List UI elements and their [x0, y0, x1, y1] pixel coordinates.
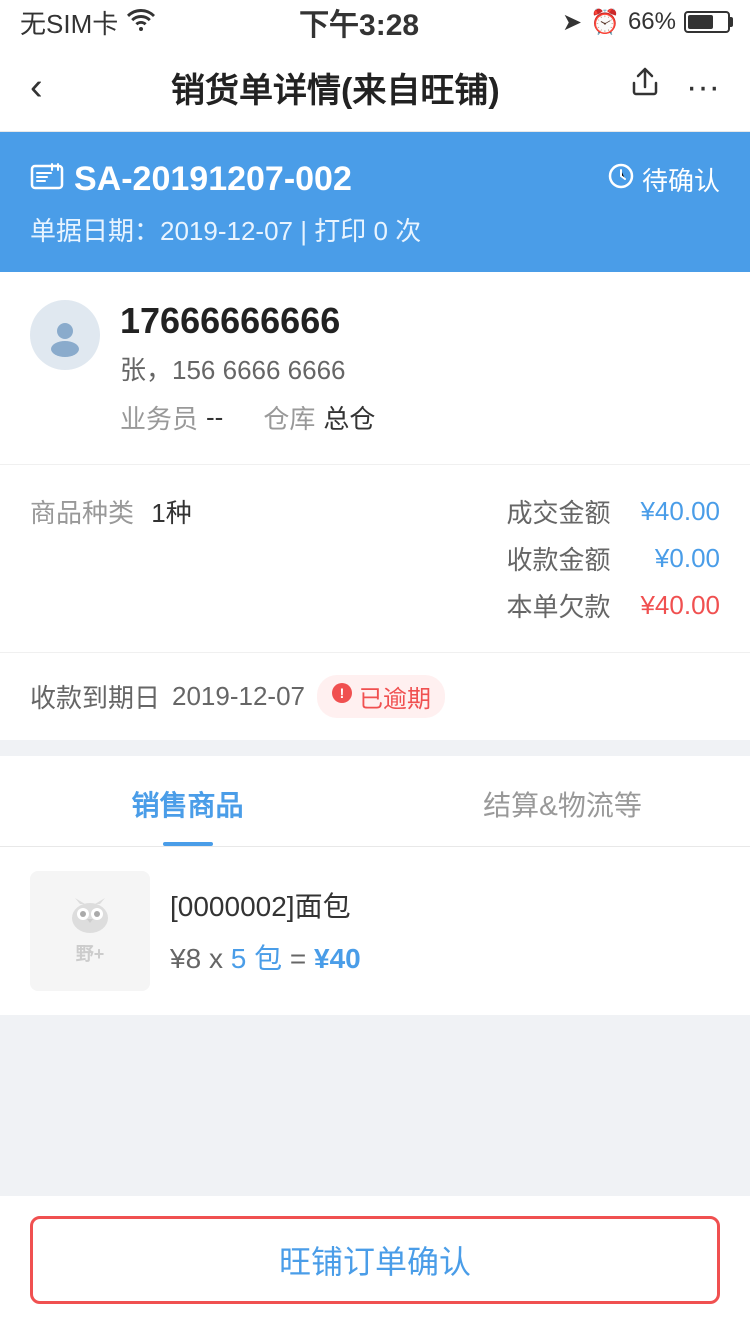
unit-price: ¥8 [170, 943, 201, 974]
alarm-icon: ⏰ [590, 8, 620, 37]
received-label: 收款金额 [506, 540, 610, 577]
order-date: 单据日期：2019-12-07 | 打印 0 次 [30, 211, 720, 248]
warehouse-item: 仓库 总仓 [263, 399, 375, 436]
arrears-label: 本单欠款 [506, 587, 610, 624]
warehouse-value: 总仓 [323, 399, 375, 436]
summary-section: 商品种类 1种 成交金额 ¥40.00 收款金额 ¥0.00 本单欠款 ¥40.… [30, 493, 720, 624]
nav-actions: ··· [628, 66, 720, 109]
location-icon: ➤ [562, 8, 582, 37]
status-time: 下午3:28 [299, 0, 419, 44]
amount-value: ¥40.00 [640, 496, 720, 527]
order-icon [30, 160, 64, 199]
confirm-order-button[interactable]: 旺铺订单确认 [30, 1216, 720, 1304]
product-name: [0000002]面包 [170, 885, 720, 925]
product-type-value: 1种 [151, 498, 191, 528]
overdue-badge: ! 已逾期 [317, 675, 445, 718]
customer-phone: 17666666666 [120, 300, 720, 342]
clock-icon [608, 163, 634, 196]
salesperson-label: 业务员 [120, 399, 198, 436]
header-top: SA-20191207-002 待确认 [30, 160, 720, 199]
amount-row: 成交金额 ¥40.00 [506, 493, 720, 530]
overdue-icon: ! [331, 682, 353, 711]
received-value: ¥0.00 [655, 543, 720, 574]
order-number: SA-20191207-002 [30, 160, 352, 199]
order-status: 待确认 [608, 161, 720, 198]
product-thumbnail: 野+ [30, 871, 150, 991]
customer-card: 17666666666 张，156 6666 6666 业务员 -- 仓库 总仓 [0, 272, 750, 465]
tabs-bar: 销售商品 结算&物流等 [0, 756, 750, 847]
tab-sales-products[interactable]: 销售商品 [0, 756, 375, 846]
more-icon[interactable]: ··· [686, 68, 720, 107]
carrier-text: 无SIM卡 [20, 4, 118, 41]
product-item: 野+ [0000002]面包 ¥8 x 5 包 = ¥40 [0, 847, 750, 1015]
arrears-row: 本单欠款 ¥40.00 [506, 587, 720, 624]
salesperson-value: -- [206, 402, 223, 433]
amount-label: 成交金额 [506, 493, 610, 530]
due-date-label: 收款到期日 [30, 678, 160, 715]
product-type: 商品种类 1种 [30, 493, 192, 530]
page-title: 销货单详情(来自旺铺) [171, 63, 500, 112]
due-date-value: 2019-12-07 [172, 681, 305, 712]
due-date-card: 收款到期日 2019-12-07 ! 已逾期 [0, 653, 750, 740]
customer-section: 17666666666 张，156 6666 6666 业务员 -- 仓库 总仓 [30, 300, 720, 436]
battery-icon [684, 11, 730, 33]
due-date-row: 收款到期日 2019-12-07 ! 已逾期 [30, 675, 720, 718]
warehouse-label: 仓库 [263, 399, 315, 436]
brand-label: 野+ [76, 940, 105, 966]
customer-info: 17666666666 张，156 6666 6666 业务员 -- 仓库 总仓 [120, 300, 720, 436]
customer-name: 张，156 6666 6666 [120, 350, 720, 387]
summary-card: 商品种类 1种 成交金额 ¥40.00 收款金额 ¥0.00 本单欠款 ¥40.… [0, 465, 750, 653]
product-type-label: 商品种类 [30, 498, 134, 528]
arrears-value: ¥40.00 [640, 590, 720, 621]
wifi-icon [126, 7, 156, 38]
status-left: 无SIM卡 [20, 4, 156, 41]
product-price: ¥8 x 5 包 = ¥40 [170, 937, 720, 977]
svg-text:!: ! [340, 685, 345, 701]
customer-meta: 业务员 -- 仓库 总仓 [120, 399, 720, 436]
salesperson-item: 业务员 -- [120, 399, 223, 436]
status-right: ➤ ⏰ 66% [562, 8, 730, 37]
share-icon[interactable] [628, 66, 662, 109]
customer-avatar [30, 300, 100, 370]
header-card: SA-20191207-002 待确认 单据日期：2019-12-07 | 打印… [0, 132, 750, 272]
total-price: ¥40 [314, 943, 361, 974]
financial-summary: 成交金额 ¥40.00 收款金额 ¥0.00 本单欠款 ¥40.00 [506, 493, 720, 624]
qty-unit: 包 [254, 943, 282, 974]
status-bar: 无SIM卡 下午3:28 ➤ ⏰ 66% [0, 0, 750, 44]
tab-settlement[interactable]: 结算&物流等 [375, 756, 750, 846]
product-info: [0000002]面包 ¥8 x 5 包 = ¥40 [170, 885, 720, 977]
bottom-bar: 旺铺订单确认 [0, 1196, 750, 1334]
battery-percent: 66% [628, 8, 676, 36]
back-button[interactable]: ‹ [30, 66, 43, 109]
thumb-inner: 野+ [60, 896, 120, 966]
qty: 5 [231, 943, 247, 974]
nav-bar: ‹ 销货单详情(来自旺铺) ··· [0, 44, 750, 132]
overdue-text: 已逾期 [359, 679, 431, 714]
received-row: 收款金额 ¥0.00 [506, 540, 720, 577]
